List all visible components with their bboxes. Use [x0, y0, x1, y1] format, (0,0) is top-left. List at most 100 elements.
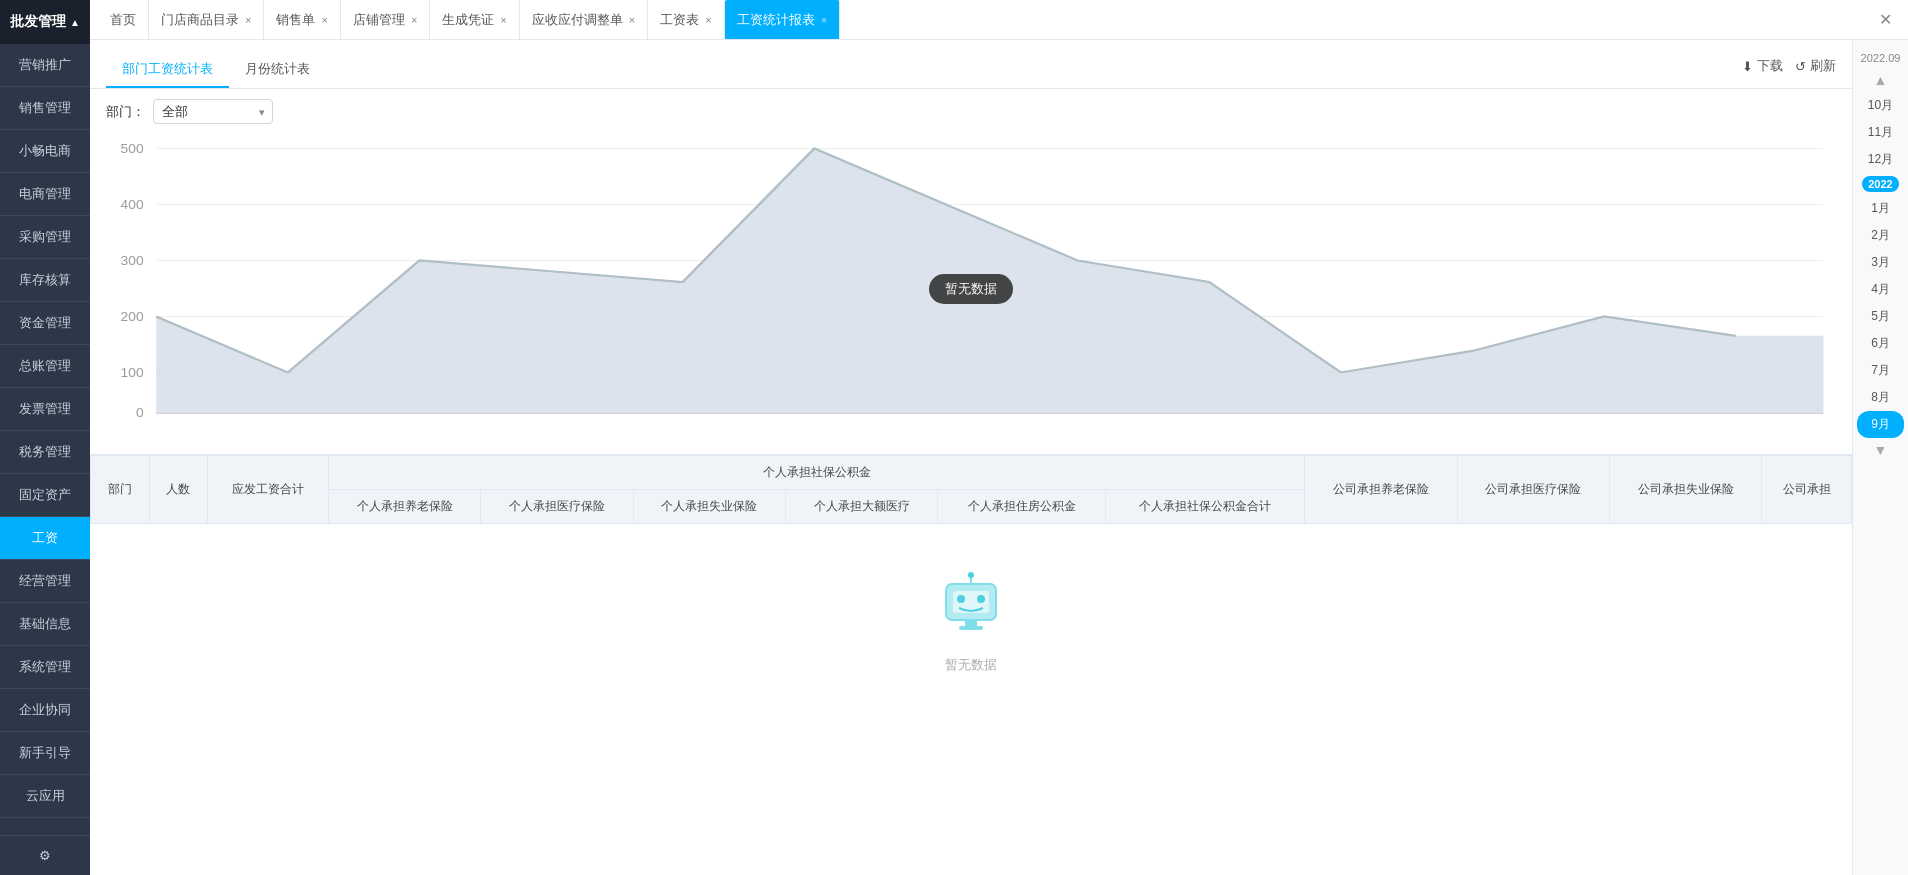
th-personal-major-medical: 个人承担大额医疗	[786, 490, 938, 524]
sidebar-item-label: 工资	[32, 530, 58, 545]
sidebar-header-label: 批发管理	[10, 13, 66, 31]
chart-no-data-tooltip: 暂无数据	[929, 274, 1013, 304]
timeline-month-2[interactable]: 2月	[1853, 222, 1908, 249]
refresh-button[interactable]: ↺ 刷新	[1795, 57, 1836, 75]
timeline-month-8[interactable]: 8月	[1853, 384, 1908, 411]
sidebar-settings-button[interactable]: ⚙	[0, 835, 90, 875]
sidebar-item-label: 采购管理	[19, 229, 71, 244]
sub-tab-label: 部门工资统计表	[122, 61, 213, 76]
month-label: 10月	[1868, 98, 1893, 112]
svg-point-15	[957, 595, 965, 603]
month-label: 1月	[1871, 201, 1890, 215]
sidebar-item-yingxiao[interactable]: 营销推广	[0, 44, 90, 87]
tab-close-icon[interactable]: ×	[321, 14, 327, 26]
sidebar-item-zhangzhang[interactable]: 总账管理	[0, 345, 90, 388]
month-label: 8月	[1871, 390, 1890, 404]
sidebar-item-caigou[interactable]: 采购管理	[0, 216, 90, 259]
timeline-month-7[interactable]: 7月	[1853, 357, 1908, 384]
timeline-month-6[interactable]: 6月	[1853, 330, 1908, 357]
tab-gongzibaobiao[interactable]: 工资统计报表 ×	[725, 0, 840, 40]
filter-department-select-wrap[interactable]: 全部	[153, 99, 273, 124]
svg-point-20	[968, 572, 974, 578]
svg-text:200: 200	[121, 310, 144, 324]
sidebar-header[interactable]: 批发管理 ▲	[0, 0, 90, 44]
sidebar-item-fapiao[interactable]: 发票管理	[0, 388, 90, 431]
month-label: 4月	[1871, 282, 1890, 296]
sub-tab-actions: ⬇ 下载 ↺ 刷新	[1742, 57, 1836, 83]
tab-label: 销售单	[276, 11, 315, 29]
timeline-month-10[interactable]: 10月	[1853, 92, 1908, 119]
sidebar-item-qiye[interactable]: 企业协同	[0, 689, 90, 732]
tab-bar-close-button[interactable]: ✕	[1871, 6, 1900, 33]
timeline-month-9[interactable]: 9月	[1857, 411, 1904, 438]
chart-area: 500 400 300 200 100 0	[90, 134, 1852, 454]
sidebar-item-label: 云应用	[26, 788, 65, 803]
th-personal-medical: 个人承担医疗保险	[481, 490, 633, 524]
svg-rect-18	[959, 626, 983, 630]
sidebar-item-gongzi[interactable]: 工资	[0, 517, 90, 560]
timeline-month-1[interactable]: 1月	[1853, 195, 1908, 222]
sidebar-item-jingying[interactable]: 经营管理	[0, 560, 90, 603]
svg-text:300: 300	[121, 254, 144, 268]
timeline-up-button[interactable]: ▲	[1853, 68, 1908, 92]
tab-close-icon[interactable]: ×	[500, 14, 506, 26]
timeline-month-5[interactable]: 5月	[1853, 303, 1908, 330]
sub-tab-bar: 部门工资统计表 月份统计表 ⬇ 下载 ↺ 刷新	[90, 40, 1852, 89]
year-badge-label: 2022	[1862, 176, 1898, 192]
svg-text:100: 100	[121, 366, 144, 380]
tab-label: 工资统计报表	[737, 11, 815, 29]
sidebar-item-label: 新手引导	[19, 745, 71, 760]
th-total-salary: 应发工资合计	[208, 456, 329, 524]
tab-close-icon[interactable]: ×	[629, 14, 635, 26]
month-label: 9月	[1871, 417, 1890, 431]
tab-mendian[interactable]: 门店商品目录 ×	[149, 0, 264, 40]
tab-pingzheng[interactable]: 生成凭证 ×	[430, 0, 519, 40]
timeline-month-11[interactable]: 11月	[1853, 119, 1908, 146]
sidebar: 批发管理 ▲ 营销推广 销售管理 小畅电商 电商管理 采购管理 库存核算 资金管…	[0, 0, 90, 875]
tab-close-icon[interactable]: ×	[245, 14, 251, 26]
sidebar-item-dianshang[interactable]: 电商管理	[0, 173, 90, 216]
timeline-month-12[interactable]: 12月	[1853, 146, 1908, 173]
timeline-down-button[interactable]: ▼	[1853, 438, 1908, 462]
year-2022-badge: 2022	[1853, 177, 1908, 191]
download-button[interactable]: ⬇ 下载	[1742, 57, 1783, 75]
sidebar-item-label: 库存核算	[19, 272, 71, 287]
sidebar-item-zijin[interactable]: 资金管理	[0, 302, 90, 345]
sidebar-item-jichu[interactable]: 基础信息	[0, 603, 90, 646]
tab-tiaozhedan[interactable]: 应收应付调整单 ×	[520, 0, 648, 40]
sidebar-item-gudingzichan[interactable]: 固定资产	[0, 474, 90, 517]
th-count: 人数	[149, 456, 208, 524]
sub-tab-department[interactable]: 部门工资统计表	[106, 52, 229, 88]
timeline-month-4[interactable]: 4月	[1853, 276, 1908, 303]
timeline-month-3[interactable]: 3月	[1853, 249, 1908, 276]
sub-tab-label: 月份统计表	[245, 61, 310, 76]
month-label: 6月	[1871, 336, 1890, 350]
sidebar-item-xinshou[interactable]: 新手引导	[0, 732, 90, 775]
tab-xiaoshoudan[interactable]: 销售单 ×	[264, 0, 340, 40]
table-area[interactable]: 部门 人数 应发工资合计 个人承担社保公积金 公司承担养老保险 公司承担医疗保险…	[90, 454, 1852, 875]
sidebar-item-xiaochang[interactable]: 小畅电商	[0, 130, 90, 173]
tab-close-icon[interactable]: ×	[411, 14, 417, 26]
empty-state-label: 暂无数据	[945, 656, 997, 674]
sidebar-item-yunyingyong[interactable]: 云应用	[0, 775, 90, 818]
tab-close-icon[interactable]: ×	[821, 14, 827, 26]
tab-home[interactable]: 首页	[98, 0, 149, 40]
content-main: 部门工资统计表 月份统计表 ⬇ 下载 ↺ 刷新	[90, 40, 1852, 875]
filter-department-select[interactable]: 全部	[153, 99, 273, 124]
sidebar-item-shuiwu[interactable]: 税务管理	[0, 431, 90, 474]
tab-gongzibiao[interactable]: 工资表 ×	[648, 0, 724, 40]
main-area: 首页 门店商品目录 × 销售单 × 店铺管理 × 生成凭证 × 应收应付调整单 …	[90, 0, 1908, 875]
sidebar-item-kucun[interactable]: 库存核算	[0, 259, 90, 302]
tab-close-icon[interactable]: ×	[705, 14, 711, 26]
refresh-label: 刷新	[1810, 57, 1836, 75]
tab-dianzpu[interactable]: 店铺管理 ×	[341, 0, 430, 40]
th-company-unemployment: 公司承担失业保险	[1609, 456, 1761, 524]
sidebar-item-label: 营销推广	[19, 57, 71, 72]
sidebar-item-xiaoshou[interactable]: 销售管理	[0, 87, 90, 130]
sidebar-item-label: 企业协同	[19, 702, 71, 717]
tab-label: 门店商品目录	[161, 11, 239, 29]
th-company-medical: 公司承担医疗保险	[1457, 456, 1609, 524]
sub-tab-month[interactable]: 月份统计表	[229, 52, 326, 88]
sidebar-item-xitong[interactable]: 系统管理	[0, 646, 90, 689]
svg-text:400: 400	[121, 198, 144, 212]
